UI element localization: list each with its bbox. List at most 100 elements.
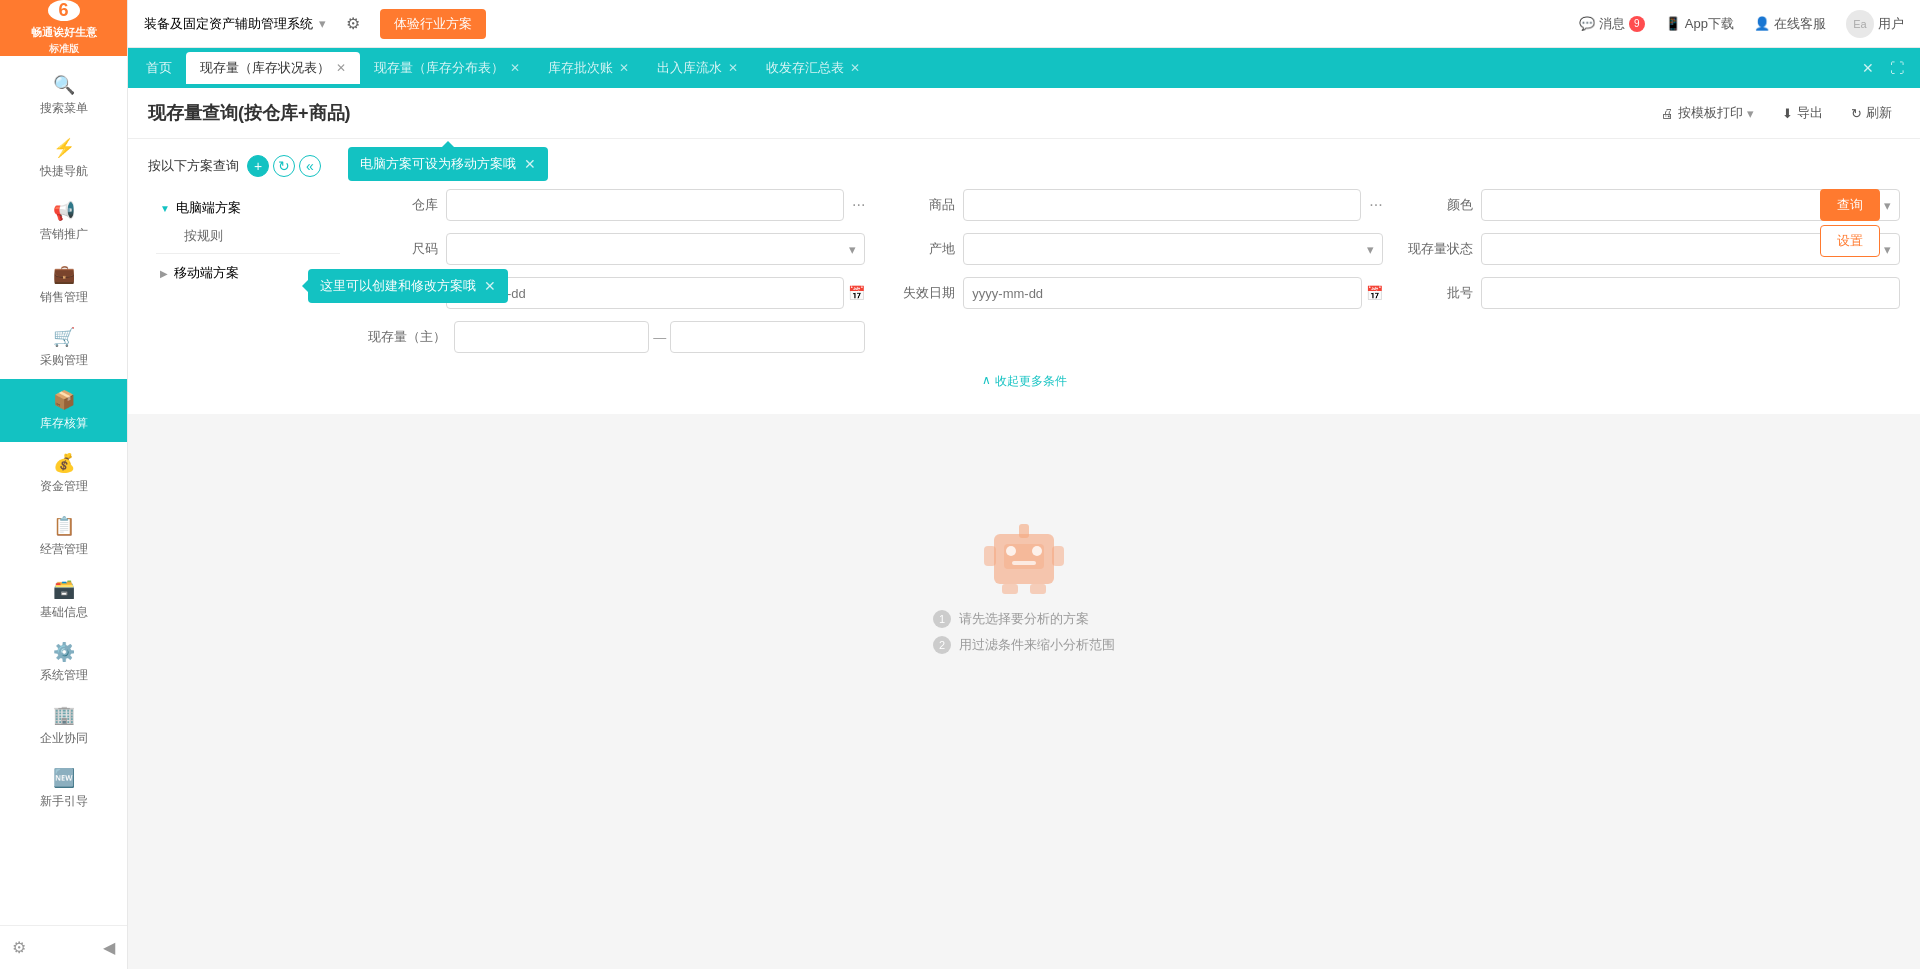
sidebar-item-inventory[interactable]: 📦 库存核算 — [0, 379, 127, 442]
header-actions: 💬 消息 9 📱 App下载 👤 在线客服 Ea 用户 — [1579, 10, 1904, 38]
tab-receive-summary-label: 收发存汇总表 — [766, 59, 844, 77]
sidebar-item-purchase[interactable]: 🛒 采购管理 — [0, 316, 127, 379]
warehouse-select[interactable] — [446, 189, 844, 221]
scheme-item-desktop[interactable]: ▼ 电脑端方案 — [148, 193, 348, 223]
settings-gear-button[interactable]: ⚙ — [342, 10, 364, 37]
tab-inventory-dist[interactable]: 现存量（库存分布表） ✕ — [360, 52, 534, 84]
calendar-icon[interactable]: 📅 — [1366, 285, 1383, 301]
app-download-action[interactable]: 📱 App下载 — [1665, 15, 1734, 33]
filter-row-4: 现存量（主） — — [368, 321, 1900, 353]
tab-inventory-status[interactable]: 现存量（库存状况表） ✕ — [186, 52, 360, 84]
tab-in-out-flow[interactable]: 出入库流水 ✕ — [643, 52, 752, 84]
stock-main-from-input[interactable] — [454, 321, 649, 353]
sidebar-nav: 🔍 搜索菜单 ⚡ 快捷导航 📢 营销推广 💼 销售管理 🛒 采购管理 📦 库存核… — [0, 56, 127, 925]
range-dash: — — [653, 330, 666, 345]
sidebar-item-base[interactable]: 🗃️ 基础信息 — [0, 568, 127, 631]
back-scheme-button[interactable]: « — [299, 155, 321, 177]
tab-close-icon[interactable]: ✕ — [850, 62, 860, 74]
phone-icon: 📱 — [1665, 16, 1681, 31]
export-button[interactable]: ⬇ 导出 — [1774, 100, 1831, 126]
sidebar-item-finance[interactable]: 💰 资金管理 — [0, 442, 127, 505]
scheme-create-tooltip-close[interactable]: ✕ — [484, 278, 496, 294]
finance-nav-icon: 💰 — [53, 452, 75, 474]
print-label: 按模板打印 — [1678, 104, 1743, 122]
tab-close-icon[interactable]: ✕ — [619, 62, 629, 74]
product-select[interactable] — [963, 189, 1361, 221]
message-label: 消息 — [1599, 15, 1625, 33]
sidebar-item-system[interactable]: ⚙️ 系统管理 — [0, 631, 127, 694]
filter-row-1: 仓库 ··· 商品 ··· — [368, 189, 1900, 221]
sidebar-item-label: 经营管理 — [40, 541, 88, 558]
guide-nav-icon: 🆕 — [53, 767, 75, 789]
page-header: 现存量查询(按仓库+商品) 🖨 按模板打印 ▾ ⬇ 导出 ↻ 刷新 — [128, 88, 1920, 139]
size-select[interactable]: ▾ — [446, 233, 865, 265]
online-service-action[interactable]: 👤 在线客服 — [1754, 15, 1826, 33]
filter-action-buttons: + ↻ « — [247, 155, 321, 177]
tab-close-icon[interactable]: ✕ — [728, 62, 738, 74]
chevron-right-icon: ▶ — [160, 268, 168, 279]
system-title-selector[interactable]: 装备及固定资产辅助管理系统 ▾ — [144, 15, 326, 33]
warehouse-label: 仓库 — [368, 196, 438, 214]
batch-field: 批号 — [1403, 277, 1900, 309]
settings-button[interactable]: ⚙ — [12, 938, 26, 957]
sidebar-item-enterprise[interactable]: 🏢 企业协同 — [0, 694, 127, 757]
base-nav-icon: 🗃️ — [53, 578, 75, 600]
reset-button[interactable]: 设置 — [1820, 225, 1880, 257]
tab-home[interactable]: 首页 — [132, 52, 186, 84]
sidebar-item-label: 企业协同 — [40, 730, 88, 747]
step-2-number: 2 — [933, 636, 951, 654]
origin-select[interactable]: ▾ — [963, 233, 1382, 265]
search-button-group: 查询 设置 — [1820, 189, 1880, 257]
sidebar-item-quick[interactable]: ⚡ 快捷导航 — [0, 127, 127, 190]
collapse-label: 收起更多条件 — [995, 373, 1067, 390]
page-actions: 🖨 按模板打印 ▾ ⬇ 导出 ↻ 刷新 — [1653, 100, 1900, 126]
expiry-date-input[interactable] — [963, 277, 1361, 309]
tabs-bar: 首页 现存量（库存状况表） ✕ 现存量（库存分布表） ✕ 库存批次账 ✕ 出入库… — [128, 48, 1920, 88]
sidebar-item-marketing[interactable]: 📢 营销推广 — [0, 190, 127, 253]
product-dots[interactable]: ··· — [1369, 196, 1382, 214]
search-button[interactable]: 查询 — [1820, 189, 1880, 221]
warehouse-dots[interactable]: ··· — [852, 196, 865, 214]
stock-main-to-input[interactable] — [670, 321, 865, 353]
expiry-date-label: 失效日期 — [885, 284, 955, 302]
user-action[interactable]: Ea 用户 — [1846, 10, 1904, 38]
batch-input[interactable] — [1481, 277, 1900, 309]
chevron-down-icon: ▾ — [1747, 106, 1754, 121]
expiry-date-field: 失效日期 📅 — [885, 277, 1382, 309]
empty-step-1: 1 请先选择要分析的方案 — [933, 610, 1115, 628]
sidebar-item-sales[interactable]: 💼 销售管理 — [0, 253, 127, 316]
sidebar-item-operations[interactable]: 📋 经营管理 — [0, 505, 127, 568]
tab-batch-ledger[interactable]: 库存批次账 ✕ — [534, 52, 643, 84]
message-action[interactable]: 💬 消息 9 — [1579, 15, 1645, 33]
calendar-icon[interactable]: 📅 — [848, 285, 865, 301]
refresh-button[interactable]: ↻ 刷新 — [1843, 100, 1900, 126]
tab-batch-ledger-label: 库存批次账 — [548, 59, 613, 77]
expiry-date-input-wrap: 📅 — [963, 277, 1382, 309]
print-button[interactable]: 🖨 按模板打印 ▾ — [1653, 100, 1762, 126]
chevron-down-icon: ▼ — [160, 203, 170, 214]
chevron-up-icon: ∧ — [982, 373, 991, 390]
sidebar-item-guide[interactable]: 🆕 新手引导 — [0, 757, 127, 820]
add-scheme-button[interactable]: + — [247, 155, 269, 177]
sidebar-item-search[interactable]: 🔍 搜索菜单 — [0, 64, 127, 127]
tab-inventory-status-label: 现存量（库存状况表） — [200, 59, 330, 77]
tab-receive-summary[interactable]: 收发存汇总表 ✕ — [752, 52, 874, 84]
sales-nav-icon: 💼 — [53, 263, 75, 285]
logo-icon: 6 — [48, 0, 80, 21]
industry-solution-button[interactable]: 体验行业方案 — [380, 9, 486, 39]
tab-close-all-button[interactable]: ✕ — [1858, 56, 1878, 80]
collapse-sidebar-button[interactable]: ◀ — [103, 938, 115, 957]
sidebar: 6 畅通诶好生意 标准版 🔍 搜索菜单 ⚡ 快捷导航 📢 营销推广 💼 销售管理… — [0, 0, 128, 969]
system-title-text: 装备及固定资产辅助管理系统 — [144, 15, 313, 33]
online-service-label: 在线客服 — [1774, 15, 1826, 33]
tab-close-icon[interactable]: ✕ — [336, 62, 346, 74]
refresh-scheme-button[interactable]: ↻ — [273, 155, 295, 177]
step-1-number: 1 — [933, 610, 951, 628]
tab-expand-button[interactable]: ⛶ — [1886, 56, 1908, 80]
message-badge: 9 — [1629, 16, 1645, 32]
scheme-tooltip-close[interactable]: ✕ — [524, 156, 536, 172]
scheme-rule-item[interactable]: 按规则 — [172, 223, 348, 249]
sidebar-item-label: 资金管理 — [40, 478, 88, 495]
tab-close-icon[interactable]: ✕ — [510, 62, 520, 74]
collapse-bar[interactable]: ∧ 收起更多条件 — [148, 365, 1900, 398]
